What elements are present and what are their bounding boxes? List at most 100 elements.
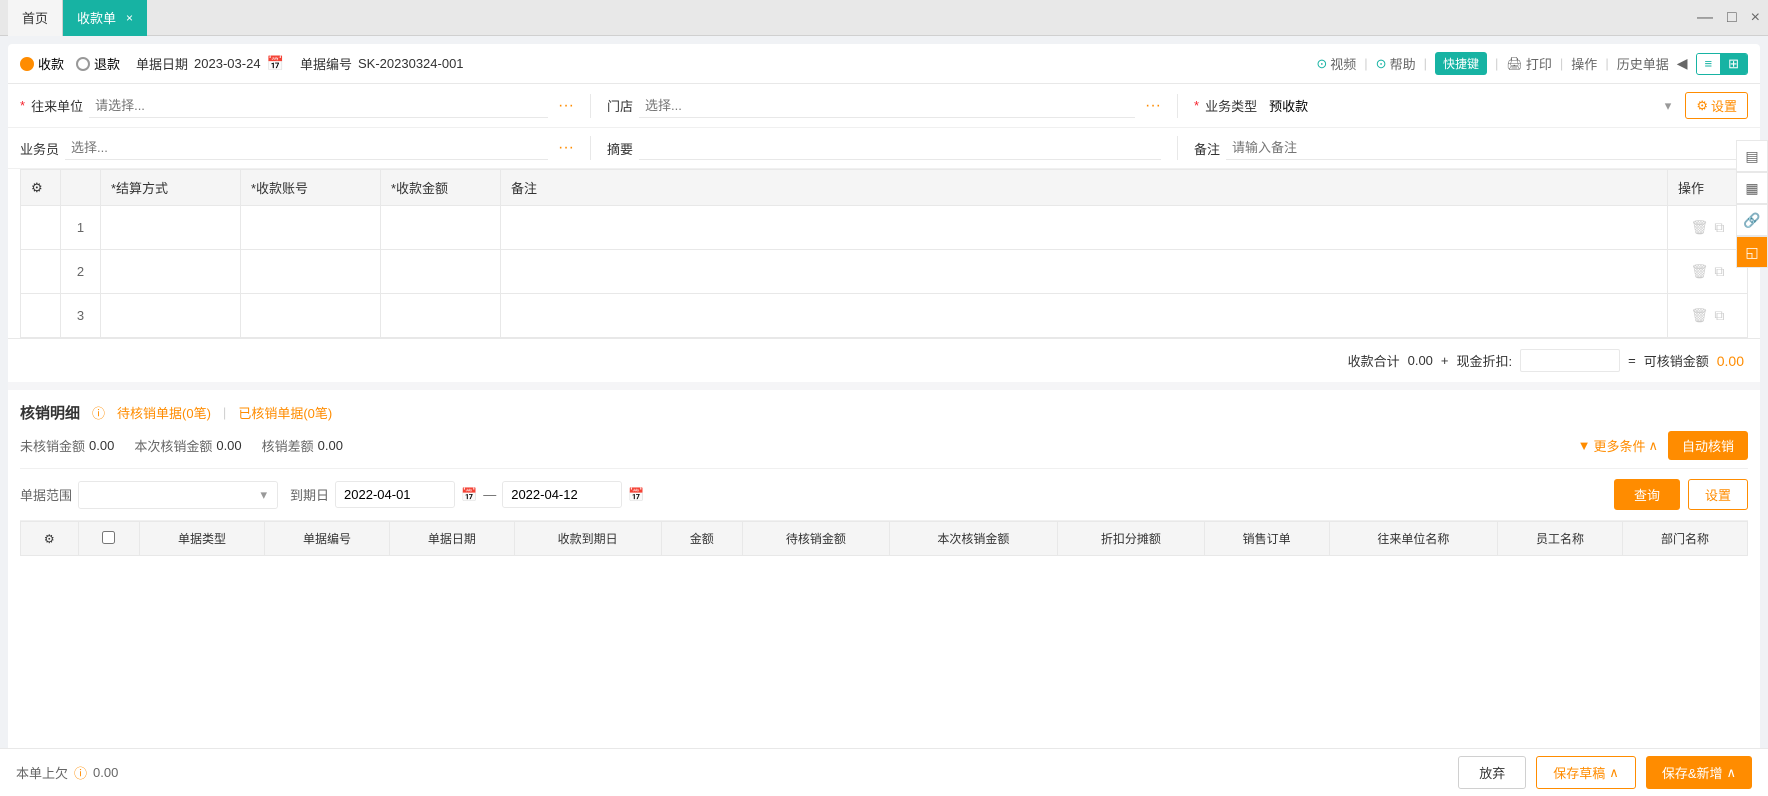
staff-field: 业务员 ··· <box>20 136 574 160</box>
store-more-icon[interactable]: ··· <box>1145 97 1161 115</box>
nav-prev[interactable]: ◀ <box>1677 55 1688 72</box>
ops-btn[interactable]: 操作 <box>1571 54 1597 73</box>
row-account-cell[interactable] <box>241 206 381 250</box>
row-account-cell[interactable] <box>241 250 381 294</box>
tab-close-icon[interactable]: × <box>126 11 133 25</box>
copy-icon[interactable]: ⧉ <box>1714 307 1724 324</box>
date-cal-icon[interactable]: 📅 <box>267 55 284 72</box>
history-btn[interactable]: 历史单据 <box>1617 54 1669 73</box>
summary-input[interactable] <box>639 136 1161 160</box>
staff-more-icon[interactable]: ··· <box>558 139 574 157</box>
table-col-amount: *收款金额 <box>381 170 501 206</box>
shortcut-btn[interactable]: 快捷键 <box>1435 52 1487 75</box>
sidebar-icon-3[interactable]: 🔗 <box>1736 204 1768 236</box>
tab-home-label: 首页 <box>22 8 48 27</box>
draft-btn[interactable]: 保存草稿 ∧ <box>1536 756 1636 789</box>
biz-dropdown-icon[interactable]: ▾ <box>1665 98 1672 114</box>
tab-active[interactable]: 收款单 × <box>63 0 147 36</box>
calc-discount-input[interactable] <box>1520 349 1620 372</box>
partner-input[interactable] <box>89 94 548 118</box>
set-btn[interactable]: 设置 <box>1688 479 1748 510</box>
view-list-btn[interactable]: ≡ <box>1697 54 1721 73</box>
row-payment-cell[interactable] <box>101 206 241 250</box>
verify-header: 核销明细 ⓘ 待核销单据(0笔) | 已核销单据(0笔) <box>20 402 1748 423</box>
bottom-col-8: 本次核销金额 <box>889 522 1057 556</box>
row-account-cell[interactable] <box>241 294 381 338</box>
staff-input[interactable] <box>65 136 548 160</box>
divider4 <box>1177 136 1178 160</box>
refund-radio[interactable]: 退款 <box>76 54 120 73</box>
close-btn[interactable]: × <box>1751 9 1760 27</box>
table-col-note: 备注 <box>501 170 1668 206</box>
sidebar-icon-2[interactable]: ▦ <box>1736 172 1768 204</box>
minimize-btn[interactable]: — <box>1697 9 1713 27</box>
prev-info-icon[interactable]: ⓘ <box>74 763 87 782</box>
receipt-radio[interactable]: 收款 <box>20 54 64 73</box>
done-tab-link[interactable]: 已核销单据(0笔) <box>238 403 332 422</box>
row-payment-cell[interactable] <box>101 250 241 294</box>
query-btn[interactable]: 查询 <box>1614 479 1680 510</box>
date-to-wrap: 📅 <box>502 481 644 508</box>
save-new-btn[interactable]: 保存&新增 ∧ <box>1646 756 1752 789</box>
abandon-btn[interactable]: 放弃 <box>1458 756 1526 789</box>
verify-info-icon[interactable]: ⓘ <box>92 403 105 422</box>
refund-radio-dot <box>76 57 90 71</box>
delete-icon[interactable]: 🗑 <box>1691 219 1709 236</box>
bottom-col-13: 部门名称 <box>1622 522 1747 556</box>
copy-icon[interactable]: ⧉ <box>1714 219 1724 236</box>
bottom-col-1[interactable] <box>78 522 140 556</box>
current-amount: 本次核销金额 0.00 <box>134 436 241 455</box>
store-input[interactable] <box>639 94 1135 118</box>
range-label: 单据范围 <box>20 485 72 504</box>
date-from-input[interactable] <box>335 481 455 508</box>
verify-table: ⚙单据类型单据编号单据日期收款到期日金额待核销金额本次核销金额折扣分摊额销售订单… <box>20 521 1748 556</box>
number-value[interactable]: SK-20230324-001 <box>358 56 464 71</box>
table-row: 1 🗑 ⧉ <box>21 206 1748 250</box>
select-all-checkbox[interactable] <box>102 531 115 544</box>
row-amount-cell[interactable] <box>381 250 501 294</box>
row-amount-cell[interactable] <box>381 294 501 338</box>
help-btn[interactable]: ⊙ 帮助 <box>1376 54 1416 73</box>
bottom-table-wrap: ⚙单据类型单据编号单据日期收款到期日金额待核销金额本次核销金额折扣分摊额销售订单… <box>20 521 1748 556</box>
note-field: 备注 <box>1194 136 1748 160</box>
delete-icon[interactable]: 🗑 <box>1691 263 1709 280</box>
bottom-col-0[interactable]: ⚙ <box>21 522 79 556</box>
tab-home[interactable]: 首页 <box>8 0 63 36</box>
table-col-settings[interactable]: ⚙ <box>21 170 61 206</box>
bottom-actions: 放弃 保存草稿 ∧ 保存&新增 ∧ <box>1458 756 1752 789</box>
more-conditions-btn[interactable]: ▼ 更多条件 ∧ <box>1578 436 1658 455</box>
row-num-cell: 1 <box>61 206 101 250</box>
row-note-cell[interactable] <box>501 206 1668 250</box>
table-col-account: *收款账号 <box>241 170 381 206</box>
range-select[interactable]: ▾ <box>78 481 278 509</box>
copy-icon[interactable]: ⧉ <box>1714 263 1724 280</box>
note-input[interactable] <box>1226 136 1748 160</box>
row-amount-cell[interactable] <box>381 206 501 250</box>
date-to-input[interactable] <box>502 481 622 508</box>
maximize-btn[interactable]: □ <box>1727 9 1737 27</box>
partner-more-icon[interactable]: ··· <box>558 97 574 115</box>
settings-btn[interactable]: ⚙ 设置 <box>1685 92 1748 119</box>
row-note-cell[interactable] <box>501 294 1668 338</box>
table-container: ⚙ *结算方式 *收款账号 *收款金额 备注 <box>8 169 1760 338</box>
main-content: 收款 退款 单据日期 2023-03-24 📅 单据编号 SK-20230324… <box>8 44 1760 788</box>
view-grid-btn[interactable]: ⊞ <box>1720 54 1747 74</box>
date-from-wrap: 📅 <box>335 481 477 508</box>
row-note-cell[interactable] <box>501 250 1668 294</box>
cal-to-icon[interactable]: 📅 <box>628 487 644 503</box>
delete-icon[interactable]: 🗑 <box>1691 307 1709 324</box>
sep1: | <box>1364 56 1367 71</box>
cal-from-icon[interactable]: 📅 <box>461 487 477 503</box>
pending-tab-link[interactable]: 待核销单据(0笔) <box>117 403 211 422</box>
table-col-num <box>61 170 101 206</box>
auto-verify-btn[interactable]: 自动核销 <box>1668 431 1748 460</box>
sidebar-icon-4[interactable]: ◱ <box>1736 236 1768 268</box>
date-value[interactable]: 2023-03-24 <box>194 56 261 71</box>
divider3 <box>590 136 591 160</box>
sidebar-icon-1[interactable]: ▤ <box>1736 140 1768 172</box>
nav-arrows: ◀ <box>1677 55 1688 72</box>
diff-amount: 核销差额 0.00 <box>262 436 343 455</box>
row-payment-cell[interactable] <box>101 294 241 338</box>
video-btn[interactable]: ⊙ 视频 <box>1316 54 1356 73</box>
print-btn[interactable]: 🖨 打印 <box>1506 54 1552 73</box>
